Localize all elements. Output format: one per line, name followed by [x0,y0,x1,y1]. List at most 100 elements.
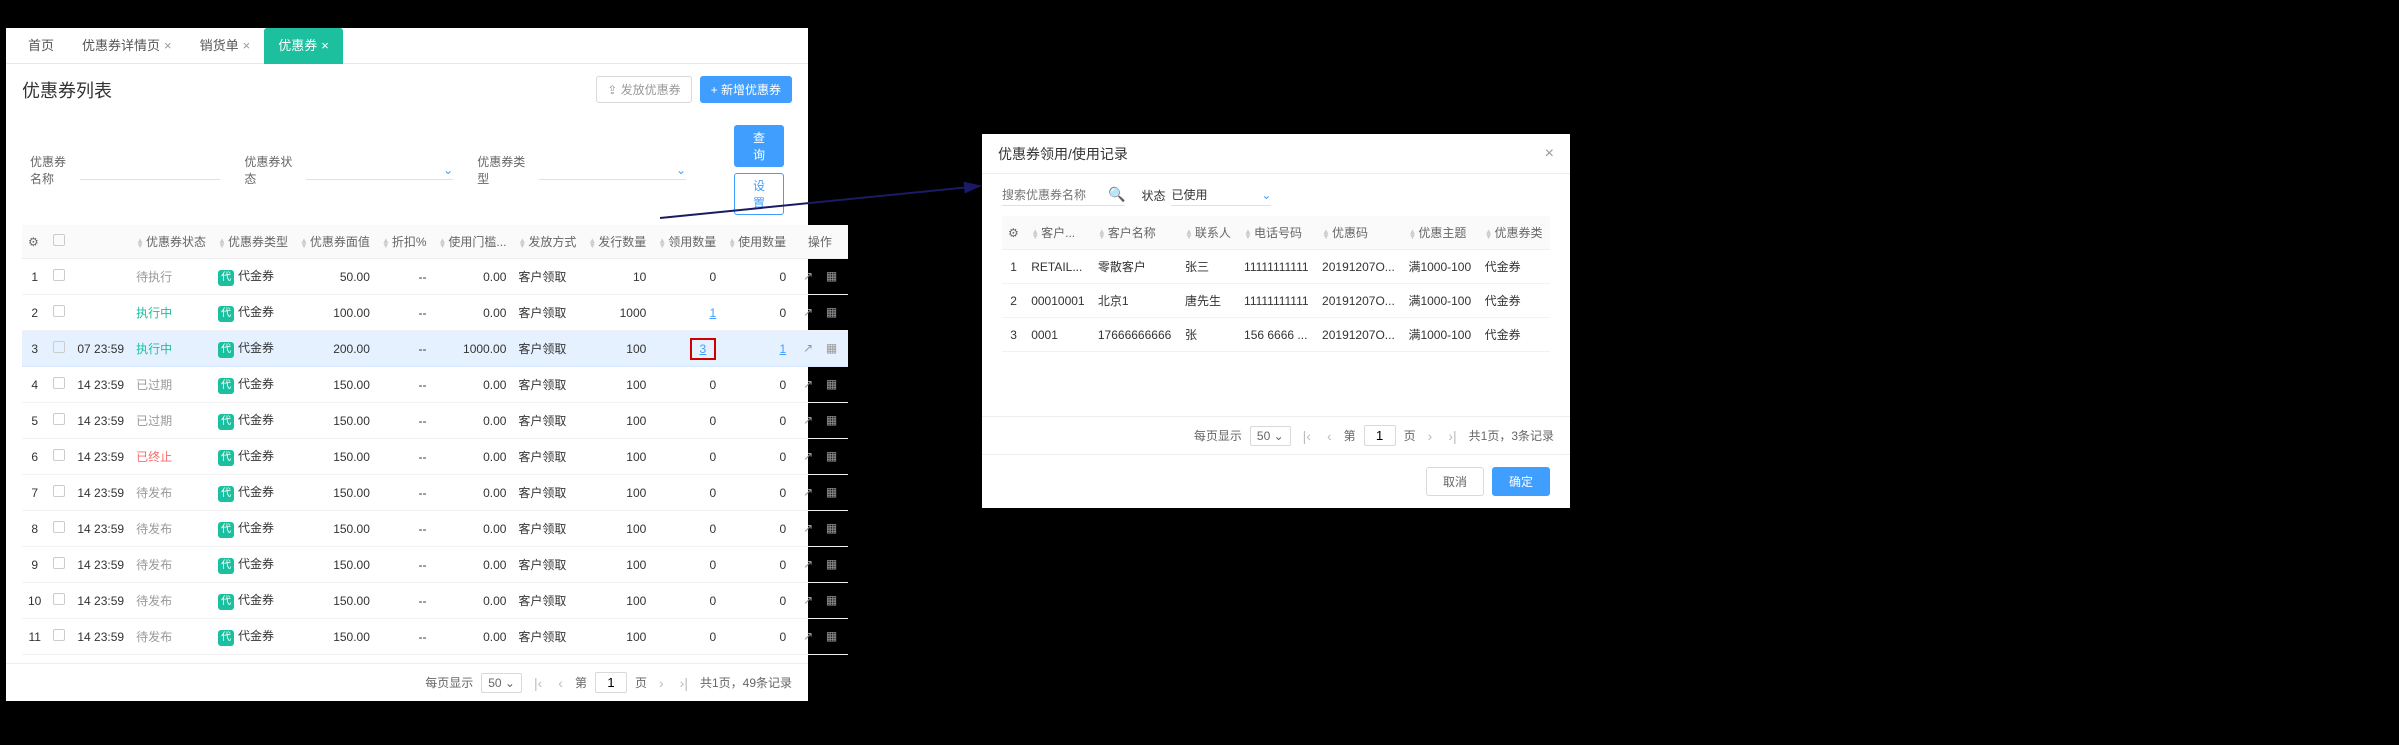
qr-icon[interactable]: ▦ [824,377,840,393]
qr-icon[interactable]: ▦ [824,413,840,429]
mcol-code[interactable]: ▲▼优惠码 [1316,216,1402,250]
qr-icon[interactable]: ▦ [824,557,840,573]
confirm-button[interactable]: 确定 [1492,467,1550,496]
modal-prev-page-button[interactable]: ‹ [1323,428,1336,444]
table-row[interactable]: 1014 23:59待发布代代金券150.00--0.00客户领取10000↗ … [22,583,848,619]
qr-icon[interactable]: ▦ [824,521,840,537]
col-type[interactable]: ▲▼优惠券类型 [212,225,294,259]
claim-qty-link[interactable]: 3 [690,338,717,360]
table-row[interactable]: 307 23:59执行中代代金券200.00--1000.00客户领取10031… [22,331,848,367]
table-row[interactable]: 1待执行代代金券50.00--0.00客户领取1000↗ ▦ [22,259,848,295]
qr-icon[interactable]: ▦ [824,341,840,357]
row-check[interactable] [47,475,71,511]
col-discount[interactable]: ▲▼折扣% [376,225,433,259]
mcol-cust-name[interactable]: ▲▼客户名称 [1092,216,1179,250]
share-icon[interactable]: ↗ [800,557,816,573]
mcol-cust-num[interactable]: ▲▼客户... [1025,216,1092,250]
row-check[interactable] [47,619,71,655]
share-icon[interactable]: ↗ [800,269,816,285]
row-check[interactable] [47,547,71,583]
row-check[interactable] [47,331,71,367]
col-issue-qty[interactable]: ▲▼发行数量 [582,225,652,259]
col-use-qty[interactable]: ▲▼使用数量 [722,225,792,259]
modal-per-page-select[interactable]: 50 ⌄ [1250,426,1291,446]
row-check[interactable] [47,259,71,295]
table-row[interactable]: 514 23:59已过期代代金券150.00--0.00客户领取10000↗ ▦ [22,403,848,439]
search-icon[interactable]: 🔍 [1108,186,1125,203]
next-page-button[interactable]: › [655,675,668,691]
modal-last-page-button[interactable]: ›| [1444,428,1460,444]
tab-item[interactable]: 首页 [14,28,68,64]
share-icon[interactable]: ↗ [800,593,816,609]
table-row[interactable]: 814 23:59待发布代代金券150.00--0.00客户领取10000↗ ▦ [22,511,848,547]
share-icon[interactable]: ↗ [800,305,816,321]
qr-icon[interactable]: ▦ [824,629,840,645]
row-check[interactable] [47,583,71,619]
modal-search-input[interactable] [1002,188,1102,202]
filter-name-input[interactable] [80,161,220,180]
row-check[interactable] [47,295,71,331]
row-check[interactable] [47,511,71,547]
share-icon[interactable]: ↗ [800,377,816,393]
filter-status-select[interactable]: ⌄ [306,161,454,180]
first-page-button[interactable]: |‹ [530,675,546,691]
qr-icon[interactable]: ▦ [824,485,840,501]
tab-item[interactable]: 优惠券详情页 [68,28,186,64]
cancel-button[interactable]: 取消 [1426,467,1484,496]
share-icon[interactable]: ↗ [800,521,816,537]
share-icon[interactable]: ↗ [800,449,816,465]
claim-qty-link[interactable]: 1 [710,306,717,320]
share-icon[interactable]: ↗ [800,341,816,357]
qr-icon[interactable]: ▦ [824,269,840,285]
prev-page-button[interactable]: ‹ [554,675,567,691]
mcol-type[interactable]: ▲▼优惠券类 [1479,216,1550,250]
modal-state-select[interactable]: 已使用⌄ [1171,184,1271,206]
mcol-gear[interactable]: ⚙ [1002,216,1025,250]
row-check[interactable] [47,403,71,439]
modal-page-input[interactable] [1364,425,1396,446]
col-check[interactable] [47,225,71,259]
table-row[interactable]: 414 23:59已过期代代金券150.00--0.00客户领取10000↗ ▦ [22,367,848,403]
modal-first-page-button[interactable]: |‹ [1299,428,1315,444]
mcol-phone[interactable]: ▲▼电话号码 [1238,216,1316,250]
row-claim-qty: 0 [652,367,722,403]
col-issue-mode[interactable]: ▲▼发放方式 [512,225,582,259]
table-row[interactable]: 914 23:59待发布代代金券150.00--0.00客户领取10000↗ ▦ [22,547,848,583]
col-claim-qty[interactable]: ▲▼领用数量 [652,225,722,259]
share-icon[interactable]: ↗ [800,485,816,501]
modal-table-row[interactable]: 1RETAIL...零散客户张三1111111111120191207O...满… [1002,250,1550,284]
tab-item[interactable]: 优惠券 [264,28,343,64]
share-icon[interactable]: ↗ [800,413,816,429]
modal-table-row[interactable]: 200010001北京1唐先生1111111111120191207O...满1… [1002,284,1550,318]
table-row[interactable]: 614 23:59已终止代代金券150.00--0.00客户领取10000↗ ▦ [22,439,848,475]
issue-coupon-button[interactable]: ⇪ 发放优惠券 [596,76,691,103]
qr-icon[interactable]: ▦ [824,305,840,321]
settings-button[interactable]: 设置 [734,173,784,215]
page-input[interactable] [595,672,627,693]
use-qty-link[interactable]: 1 [779,342,786,356]
col-status[interactable]: ▲▼优惠券状态 [130,225,212,259]
close-icon[interactable]: × [1545,145,1554,163]
add-coupon-button[interactable]: + 新增优惠券 [700,76,792,103]
last-page-button[interactable]: ›| [676,675,692,691]
table-row[interactable]: 2执行中代代金券100.00--0.00客户领取100010↗ ▦ [22,295,848,331]
col-face[interactable]: ▲▼优惠券面值 [294,225,376,259]
table-row[interactable]: 714 23:59待发布代代金券150.00--0.00客户领取10000↗ ▦ [22,475,848,511]
row-check[interactable] [47,439,71,475]
share-icon[interactable]: ↗ [800,629,816,645]
modal-search-box[interactable]: 🔍 [1002,184,1125,206]
per-page-select[interactable]: 50 ⌄ [481,673,522,693]
col-gear[interactable]: ⚙ [22,225,47,259]
mcol-topic[interactable]: ▲▼优惠主题 [1402,216,1478,250]
qr-icon[interactable]: ▦ [824,449,840,465]
filter-type-select[interactable]: ⌄ [539,161,687,180]
qr-icon[interactable]: ▦ [824,593,840,609]
row-check[interactable] [47,367,71,403]
modal-next-page-button[interactable]: › [1424,428,1437,444]
table-row[interactable]: 1114 23:59待发布代代金券150.00--0.00客户领取10000↗ … [22,619,848,655]
mcol-contact[interactable]: ▲▼联系人 [1179,216,1238,250]
col-threshold[interactable]: ▲▼使用门槛... [432,225,512,259]
tab-item[interactable]: 销货单 [186,28,265,64]
modal-table-row[interactable]: 3000117666666666张156 6666 ...20191207O..… [1002,318,1550,352]
search-button[interactable]: 查询 [734,125,784,167]
